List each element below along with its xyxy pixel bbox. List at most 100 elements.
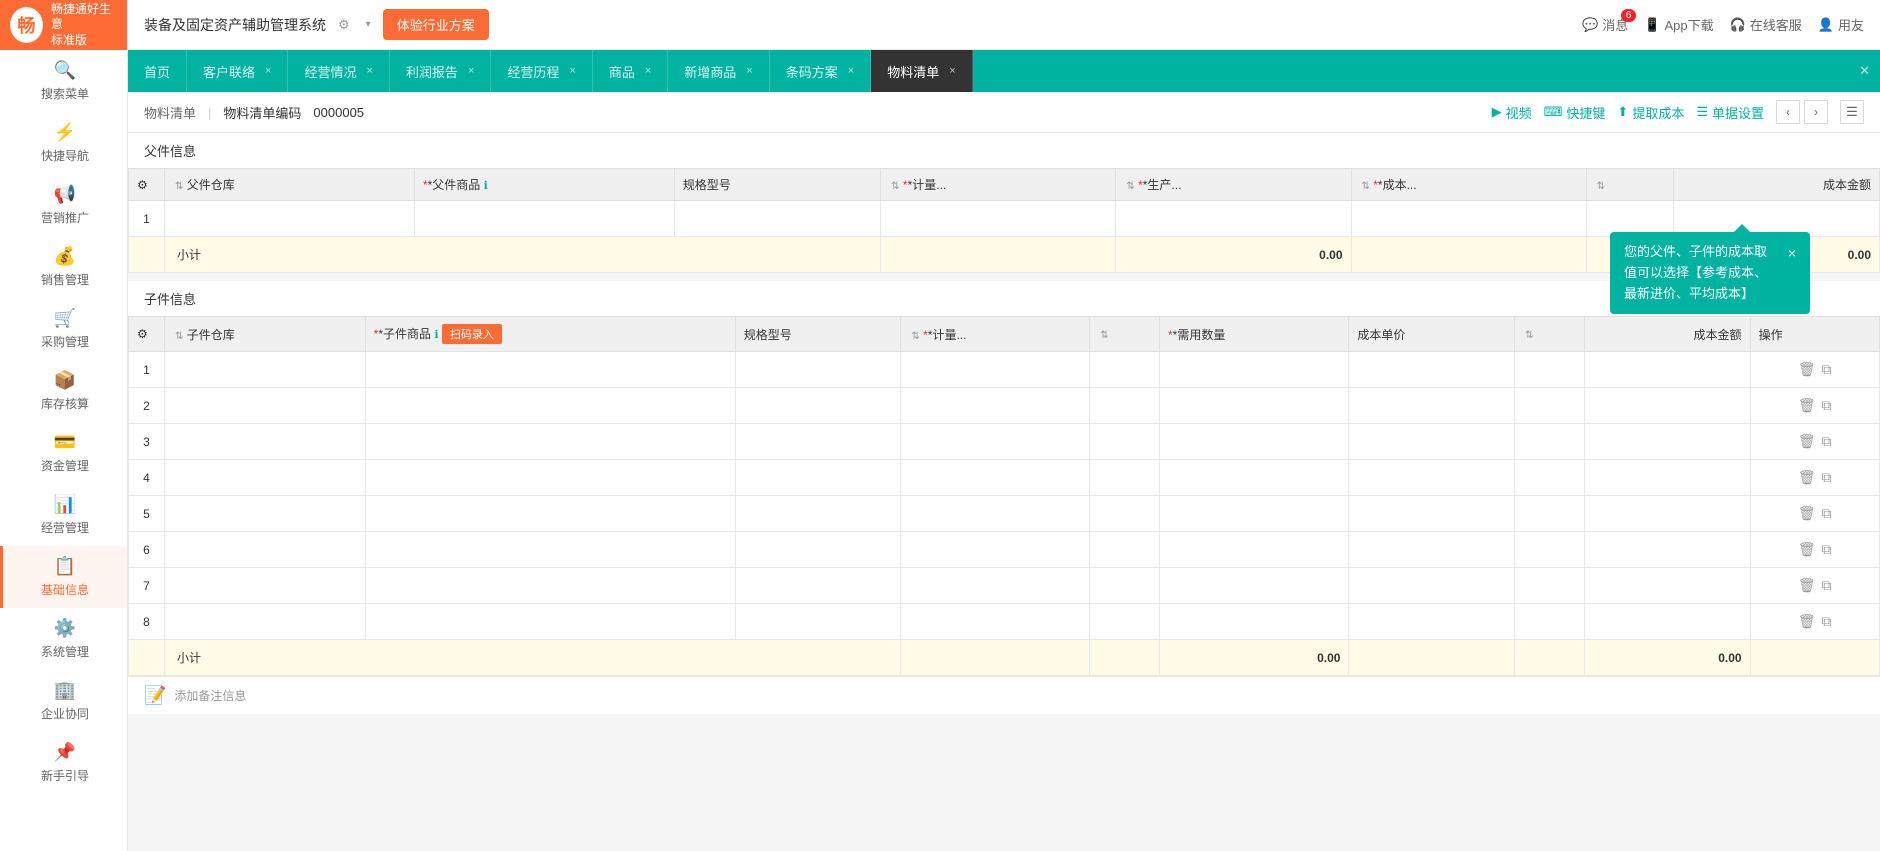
settings-gear-child: ⚙ — [137, 327, 148, 341]
delete-icon-3[interactable]: 🗑 — [1798, 433, 1816, 450]
parent-row-1-warehouse[interactable] — [165, 201, 415, 237]
tab-operations-close[interactable]: × — [366, 65, 372, 77]
grid-view-icon[interactable]: ☰ — [1840, 100, 1864, 124]
child-row-1-extra2[interactable] — [1515, 352, 1585, 388]
sidebar-item-operations[interactable]: 📊 经营管理 — [0, 484, 127, 546]
tab-bom[interactable]: 物料清单 × — [871, 50, 972, 92]
tooltip-popup: × 您的父件、子件的成本取值可以选择【参考成本、最新进价、平均成本】 — [1610, 232, 1810, 314]
sidebar-item-quicknav[interactable]: ⚡ 快捷导航 — [0, 112, 127, 174]
child-row-1-goods[interactable] — [365, 352, 735, 388]
tab-customer-close[interactable]: × — [265, 65, 271, 77]
app-download[interactable]: 📱 App下载 — [1644, 15, 1713, 34]
tab-profit[interactable]: 利润报告 × — [390, 50, 491, 92]
delete-icon-7[interactable]: 🗑 — [1798, 577, 1816, 594]
parent-subtotal-spacer: 小计 — [165, 237, 881, 273]
child-row-1-spec[interactable] — [735, 352, 901, 388]
parent-col-goods: **父件商品 ℹ — [414, 169, 674, 201]
child-row-3-actions: 🗑⧉ — [1750, 424, 1879, 460]
tooltip-close[interactable]: × — [1788, 242, 1796, 264]
sidebar-item-search[interactable]: 🔍 搜索菜单 — [0, 50, 127, 112]
sidebar-item-system[interactable]: ⚙️ 系统管理 — [0, 608, 127, 670]
tab-home[interactable]: 首页 — [128, 50, 187, 92]
tab-operations[interactable]: 经营情况 × — [288, 50, 389, 92]
message-area[interactable]: 💬 消息 6 — [1582, 15, 1628, 34]
action-view[interactable]: ▶ 视频 — [1492, 103, 1532, 122]
breadcrumb-1[interactable]: 物料清单 — [144, 103, 196, 122]
dropdown-arrow[interactable]: ▾ — [366, 19, 371, 30]
tab-new-goods[interactable]: 新增商品 × — [668, 50, 769, 92]
scan-button[interactable]: 扫码录入 — [442, 324, 502, 344]
child-row-1-warehouse[interactable] — [165, 352, 366, 388]
copy-icon-1[interactable]: ⧉ — [1822, 361, 1832, 378]
tab-bom-close[interactable]: × — [949, 65, 955, 77]
parent-row-1-cost[interactable] — [1351, 201, 1586, 237]
sidebar-item-basic[interactable]: 📋 基础信息 — [0, 546, 127, 608]
tab-profit-close[interactable]: × — [468, 65, 474, 77]
tab-history[interactable]: 经营历程 × — [491, 50, 592, 92]
child-row-1-unit[interactable] — [901, 352, 1090, 388]
tab-history-close[interactable]: × — [569, 65, 575, 77]
child-row-1-unit-cost[interactable] — [1349, 352, 1515, 388]
parent-row-1-unit[interactable] — [881, 201, 1116, 237]
delete-icon-6[interactable]: 🗑 — [1798, 541, 1816, 558]
sidebar-logo: 畅 畅捷通好生意 标准版 — [0, 0, 127, 50]
copy-icon-4[interactable]: ⧉ — [1822, 469, 1832, 486]
quicknav-icon: ⚡ — [54, 122, 76, 143]
action-single-settings[interactable]: ☰ 单据设置 — [1696, 103, 1764, 122]
logo-icon: 畅 — [10, 7, 43, 43]
parent-row-1-production[interactable] — [1116, 201, 1351, 237]
parent-row-1-spec[interactable] — [674, 201, 880, 237]
child-row-1-qty[interactable] — [1159, 352, 1348, 388]
delete-icon-4[interactable]: 🗑 — [1798, 469, 1816, 486]
close-button[interactable]: ✕ — [1849, 63, 1880, 79]
sidebar-item-purchase[interactable]: 🛒 采购管理 — [0, 298, 127, 360]
action-shortcut[interactable]: ⌨ 快捷键 — [1544, 103, 1606, 122]
copy-icon-8[interactable]: ⧉ — [1822, 613, 1832, 630]
child-row-4-actions: 🗑⧉ — [1750, 460, 1879, 496]
tab-customer[interactable]: 客户联络 × — [187, 50, 288, 92]
extract-icon: ⬆ — [1617, 104, 1628, 120]
child-row-1-extra[interactable] — [1090, 352, 1160, 388]
parent-row-1-goods[interactable] — [414, 201, 674, 237]
tab-new-goods-close[interactable]: × — [746, 65, 752, 77]
copy-icon-3[interactable]: ⧉ — [1822, 433, 1832, 450]
basic-icon: 📋 — [54, 556, 76, 577]
parent-col-settings[interactable]: ⚙ — [129, 169, 165, 201]
tab-goods-close[interactable]: × — [645, 65, 651, 77]
parent-col-unit: ⇅ **计量... — [881, 169, 1116, 201]
tab-barcode-close[interactable]: × — [848, 65, 854, 77]
sidebar-item-inventory[interactable]: 📦 库存核算 — [0, 360, 127, 422]
sidebar-item-sales[interactable]: 💰 销售管理 — [0, 236, 127, 298]
next-arrow[interactable]: › — [1804, 100, 1828, 124]
tab-barcode[interactable]: 条码方案 × — [770, 50, 871, 92]
copy-icon-7[interactable]: ⧉ — [1822, 577, 1832, 594]
prev-arrow[interactable]: ‹ — [1776, 100, 1800, 124]
delete-icon-2[interactable]: 🗑 — [1798, 397, 1816, 414]
parent-col-extra: ⇅ — [1586, 169, 1673, 201]
delete-icon-5[interactable]: 🗑 — [1798, 505, 1816, 522]
gear-icon[interactable]: ⚙ — [338, 17, 350, 33]
doc-code: 0000005 — [313, 105, 364, 120]
action-extract-cost[interactable]: ⬆ 提取成本 — [1617, 103, 1684, 122]
parent-col-cost: ⇅ **成本... — [1351, 169, 1586, 201]
sidebar-item-finance[interactable]: 💳 资金管理 — [0, 422, 127, 484]
note-label[interactable]: 添加备注信息 — [174, 687, 246, 704]
user-area[interactable]: 👤 用友 — [1818, 15, 1864, 34]
child-col-actions: 操作 — [1750, 317, 1879, 352]
sidebar-item-marketing[interactable]: 📢 营销推广 — [0, 174, 127, 236]
user-icon: 👤 — [1818, 17, 1834, 33]
child-col-settings[interactable]: ⚙ — [129, 317, 165, 352]
copy-icon-6[interactable]: ⧉ — [1822, 541, 1832, 558]
trial-button[interactable]: 体验行业方案 — [383, 9, 489, 40]
copy-icon-2[interactable]: ⧉ — [1822, 397, 1832, 414]
copy-icon-5[interactable]: ⧉ — [1822, 505, 1832, 522]
delete-icon-1[interactable]: 🗑 — [1798, 361, 1816, 378]
operations-icon: 📊 — [54, 494, 76, 515]
sidebar-item-guide[interactable]: 📌 新手引导 — [0, 732, 127, 794]
delete-icon-8[interactable]: 🗑 — [1798, 613, 1816, 630]
sidebar: 畅 畅捷通好生意 标准版 🔍 搜索菜单 ⚡ 快捷导航 📢 营销推广 💰 销售管理… — [0, 0, 128, 851]
sidebar-item-enterprise[interactable]: 🏢 企业协同 — [0, 670, 127, 732]
child-row-6: 6 🗑⧉ — [129, 532, 1880, 568]
tab-goods[interactable]: 商品 × — [593, 50, 668, 92]
online-service[interactable]: 🎧 在线客服 — [1730, 15, 1802, 34]
